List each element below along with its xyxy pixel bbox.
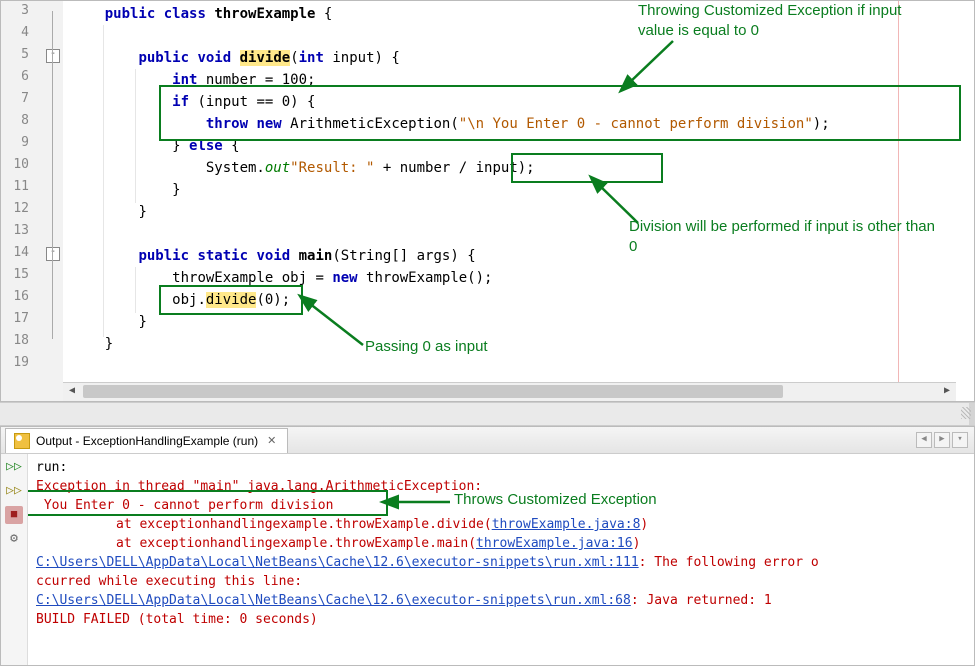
arrow-icon — [303, 297, 373, 352]
file-link[interactable]: C:\Users\DELL\AppData\Local\NetBeans\Cac… — [36, 593, 631, 608]
code-line[interactable]: if (input == 0) { — [71, 91, 315, 113]
code-line[interactable]: } — [71, 201, 147, 223]
resize-grip-icon[interactable] — [961, 407, 971, 419]
line-num: 17 — [1, 311, 29, 326]
code-line[interactable]: } — [71, 179, 181, 201]
output-line: C:\Users\DELL\AppData\Local\NetBeans\Cac… — [36, 591, 966, 610]
line-num: 11 — [1, 179, 29, 194]
code-line[interactable]: public void divide(int input) { — [71, 47, 400, 69]
stacktrace-link[interactable]: throwExample.java:16 — [476, 536, 633, 551]
code-line[interactable]: } — [71, 311, 147, 333]
code-line[interactable]: public class throwExample { — [71, 3, 332, 25]
code-line[interactable]: public static void main(String[] args) { — [71, 245, 476, 267]
line-num: 4 — [1, 25, 29, 40]
tab-prev-icon[interactable]: ◀ — [916, 432, 932, 448]
tab-next-icon[interactable]: ▶ — [934, 432, 950, 448]
scrollbar-thumb[interactable] — [83, 385, 783, 398]
code-line[interactable]: throw new ArithmeticException("\n You En… — [71, 113, 830, 135]
horizontal-scrollbar[interactable]: ◀ ▶ — [63, 382, 956, 401]
output-line: at exceptionhandlingexample.throwExample… — [116, 515, 966, 534]
line-num: 19 — [1, 355, 29, 370]
print-margin — [898, 1, 899, 401]
line-num: 7 — [1, 91, 29, 106]
line-num: 18 — [1, 333, 29, 348]
output-tab[interactable]: Output - ExceptionHandlingExample (run) … — [5, 428, 288, 453]
code-line[interactable]: } else { — [71, 135, 240, 157]
fold-toggle-icon[interactable]: - — [46, 49, 60, 63]
fold-guide — [52, 11, 53, 339]
tab-nav: ◀ ▶ ▾ — [916, 432, 968, 448]
output-tabbar: Output - ExceptionHandlingExample (run) … — [1, 427, 974, 454]
arrow-icon — [593, 181, 653, 231]
line-num: 10 — [1, 157, 29, 172]
scroll-right-icon[interactable]: ▶ — [938, 383, 956, 401]
annotation-label: Throwing Customized Exception if input v… — [638, 1, 938, 40]
output-line: ccurred while executing this line: — [36, 572, 966, 591]
line-num: 8 — [1, 113, 29, 128]
stacktrace-link[interactable]: throwExample.java:8 — [492, 517, 641, 532]
output-pane: Output - ExceptionHandlingExample (run) … — [0, 426, 975, 666]
output-line: C:\Users\DELL\AppData\Local\NetBeans\Cac… — [36, 553, 966, 572]
pane-splitter[interactable] — [0, 402, 975, 426]
output-toolbar: ▷▷ ▷▷ ■ ⚙ — [1, 454, 28, 665]
file-link[interactable]: C:\Users\DELL\AppData\Local\NetBeans\Cac… — [36, 555, 639, 570]
output-line: run: — [36, 458, 966, 477]
code-line[interactable]: System.out"Result: " + number / input); — [71, 157, 535, 179]
annotation-label: Division will be performed if input is o… — [629, 217, 939, 256]
annotation-label: Passing 0 as input — [365, 337, 488, 357]
line-num: 13 — [1, 223, 29, 238]
output-tab-label: Output - ExceptionHandlingExample (run) — [36, 434, 258, 448]
rerun-alt-icon[interactable]: ▷▷ — [5, 482, 23, 500]
close-icon[interactable]: ✕ — [264, 434, 279, 447]
rerun-icon[interactable]: ▷▷ — [5, 458, 23, 476]
line-num: 6 — [1, 69, 29, 84]
output-body: ▷▷ ▷▷ ■ ⚙ run: Exception in thread "main… — [1, 454, 974, 665]
gutter: 3 4 5 6 7 8 9 10 11 12 13 14 15 16 17 18… — [1, 1, 64, 401]
code-line[interactable]: throwExample obj = new throwExample(); — [71, 267, 492, 289]
stop-icon[interactable]: ■ — [5, 506, 23, 524]
editor-pane: 3 4 5 6 7 8 9 10 11 12 13 14 15 16 17 18… — [0, 0, 975, 402]
output-line: You Enter 0 - cannot perform division — [36, 496, 966, 515]
code-line[interactable]: obj.divide(0); — [71, 289, 290, 311]
settings-icon[interactable]: ⚙ — [5, 530, 23, 548]
line-num: 5 — [1, 47, 29, 62]
line-num: 16 — [1, 289, 29, 304]
line-num: 15 — [1, 267, 29, 282]
output-content[interactable]: run: Exception in thread "main" java.lan… — [28, 454, 974, 665]
output-line: BUILD FAILED (total time: 0 seconds) — [36, 610, 966, 629]
code-line[interactable]: } — [71, 333, 113, 355]
line-num: 9 — [1, 135, 29, 150]
tab-menu-icon[interactable]: ▾ — [952, 432, 968, 448]
output-line: Exception in thread "main" java.lang.Ari… — [36, 477, 966, 496]
output-line: at exceptionhandlingexample.throwExample… — [116, 534, 966, 553]
line-num: 14 — [1, 245, 29, 260]
arrow-icon — [623, 41, 683, 91]
line-num: 3 — [1, 3, 29, 18]
line-num: 12 — [1, 201, 29, 216]
code-line[interactable]: int number = 100; — [71, 69, 315, 91]
code-area[interactable]: public class throwExample { public void … — [63, 1, 974, 401]
output-tab-icon — [14, 433, 30, 449]
fold-toggle-icon[interactable]: - — [46, 247, 60, 261]
scroll-left-icon[interactable]: ◀ — [63, 383, 81, 401]
